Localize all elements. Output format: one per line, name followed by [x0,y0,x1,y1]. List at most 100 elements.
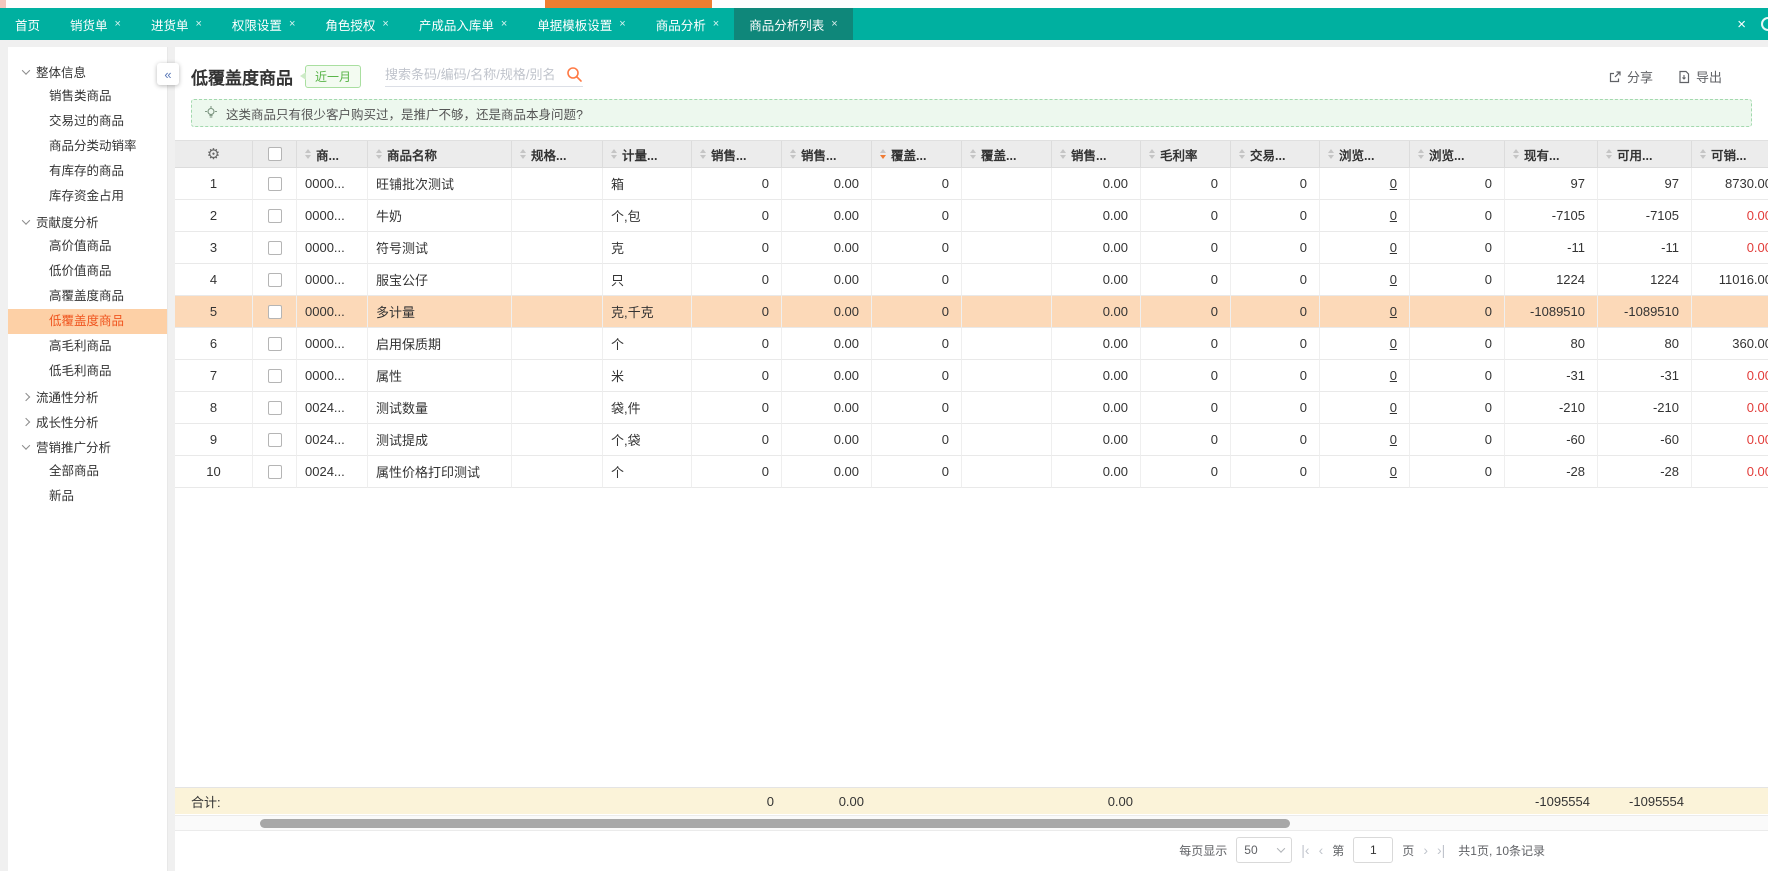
sidebar-item[interactable]: 库存资金占用 [8,184,167,209]
table-row[interactable]: 8 0024... 测试数量 袋,件 0 0.00 0 0.00 0 0 0 0 -210 -210 0.0… [175,392,1768,424]
table-row[interactable]: 10 0024... 属性价格打印测试个 0 0.00 0 0.00 0 0 0 0 -28 -28 0.… [175,456,1768,488]
views-link[interactable]: 0 [1390,304,1397,319]
sort-icon[interactable] [611,149,617,159]
share-button[interactable]: 分享 [1608,67,1653,86]
sidebar-item[interactable]: 销售类商品 [8,84,167,109]
export-button[interactable]: 导出 [1677,67,1722,86]
views-link[interactable]: 0 [1390,208,1397,223]
sidebar-item[interactable]: 商品分类动销率 [8,134,167,159]
column-header-spec[interactable]: 规格... [512,141,603,168]
cell-check[interactable] [253,456,297,488]
sort-icon[interactable] [1328,149,1334,159]
cell-check[interactable] [253,264,297,296]
sidebar-collapse-button[interactable]: « [157,63,179,85]
table-row[interactable]: 4 0000... 服宝公仔只 0 0.00 0 0.00 0 0 0 0 1224 1224 11016… [175,264,1768,296]
nav-tab[interactable]: 进货单 × [136,8,217,40]
sort-icon[interactable] [1700,149,1706,159]
tab-close-icon[interactable]: × [115,18,121,30]
cell-check[interactable] [253,392,297,424]
select-all-checkbox[interactable] [267,147,282,161]
sort-icon[interactable] [790,149,796,159]
column-header-sale_amt2[interactable]: 销售... [1052,141,1141,168]
sort-icon[interactable] [970,149,976,159]
tab-close-icon[interactable]: × [831,18,837,30]
table-row[interactable]: 1 0000... 旺铺批次测试箱 0 0.00 0 0.00 0 0 0 0 97 97 8730.00 [175,168,1768,200]
column-header-views1[interactable]: 浏览... [1320,141,1410,168]
sort-icon[interactable] [305,149,311,159]
sidebar-item[interactable]: 全部商品 [8,459,167,484]
sort-icon[interactable] [1239,149,1245,159]
nav-tab[interactable]: 首页 [0,8,55,40]
column-header-sellable[interactable]: 可销... [1692,141,1768,168]
horizontal-scrollbar-track[interactable] [175,815,1768,831]
sort-icon[interactable] [1060,149,1066,159]
column-header-trade[interactable]: 交易... [1231,141,1320,168]
table-row[interactable]: 30000...符号测试克00.0000.000000-11-110.00 [175,232,1768,264]
table-row[interactable]: 70000...属性米00.0000.000000-31-310.00 [175,360,1768,392]
sort-icon[interactable] [376,149,382,159]
column-header-on_hand[interactable]: 现有... [1505,141,1598,168]
cell-check[interactable] [253,168,297,200]
sidebar-item[interactable]: 高价值商品 [8,234,167,259]
column-header-available[interactable]: 可用... [1598,141,1692,168]
row-checkbox[interactable] [267,304,282,319]
column-header-gross[interactable]: 毛利率 [1141,141,1231,168]
tab-close-icon[interactable]: × [619,18,625,30]
search-input[interactable] [385,66,567,82]
prev-page-button[interactable]: ‹ [1319,842,1324,858]
gear-icon[interactable]: ⚙ [207,145,220,163]
horizontal-scrollbar-thumb[interactable] [260,819,1290,828]
column-header-gear[interactable]: ⚙ [175,141,253,168]
table-row[interactable]: 5 0000... 多计量 克,千克 0 0.00 0 0.00 0 0 0 0 -1089510 -10… [175,296,1768,328]
last-page-button[interactable]: ›| [1437,842,1445,858]
period-tag[interactable]: 近一月 [299,64,362,88]
sidebar-group-header[interactable]: 整体信息 [8,59,167,84]
row-checkbox[interactable] [267,400,282,415]
cell-check[interactable] [253,296,297,328]
sort-icon[interactable] [1513,149,1519,159]
column-header-views2[interactable]: 浏览... [1410,141,1505,168]
sidebar-item[interactable]: 低覆盖度商品 [8,309,167,334]
first-page-button[interactable]: |‹ [1301,842,1309,858]
nav-tab[interactable]: 单据模板设置 × [522,8,640,40]
table-row[interactable]: 2 0000... 牛奶 个,包 0 0.00 0 0.00 0 0 0 0 -7105 -7105 0.0… [175,200,1768,232]
sidebar-group-header[interactable]: 贡献度分析 [8,209,167,234]
sidebar-group-header[interactable]: 成长性分析 [8,409,167,434]
nav-tab[interactable]: 产成品入库单 × [404,8,522,40]
table-row[interactable]: 90024...测试提成个,袋00.0000.000000-60-600.00 [175,424,1768,456]
row-checkbox[interactable] [267,464,282,479]
search-icon[interactable] [566,66,583,83]
row-checkbox[interactable] [267,432,282,447]
views-link[interactable]: 0 [1390,272,1397,287]
cell-check[interactable] [253,200,297,232]
cell-check[interactable] [253,424,297,456]
views-link[interactable]: 0 [1390,240,1397,255]
row-checkbox[interactable] [267,368,282,383]
views-link[interactable]: 0 [1390,368,1397,383]
sort-icon[interactable] [880,149,886,159]
sidebar-item[interactable]: 低毛利商品 [8,359,167,384]
row-checkbox[interactable] [267,272,282,287]
sidebar-item[interactable]: 高毛利商品 [8,334,167,359]
column-header-cover2[interactable]: 覆盖... [962,141,1052,168]
nav-tab[interactable]: 商品分析列表 × [734,8,853,40]
sort-icon[interactable] [520,149,526,159]
tab-close-icon[interactable]: × [195,18,201,30]
column-header-sale_qty[interactable]: 销售... [692,141,782,168]
tab-close-icon[interactable]: × [289,18,295,30]
column-header-sale_amt[interactable]: 销售... [782,141,872,168]
sidebar-item[interactable]: 交易过的商品 [8,109,167,134]
sidebar-item[interactable]: 有库存的商品 [8,159,167,184]
nav-close-icon[interactable]: × [1737,8,1746,40]
sort-icon[interactable] [1606,149,1612,159]
views-link[interactable]: 0 [1390,432,1397,447]
sort-icon[interactable] [1149,149,1155,159]
views-link[interactable]: 0 [1390,336,1397,351]
nav-tab[interactable]: 权限设置 × [217,8,310,40]
per-page-select[interactable]: 50 [1236,837,1293,863]
sort-icon[interactable] [700,149,706,159]
nav-tab[interactable]: 角色授权 × [310,8,403,40]
table-row[interactable]: 60000...启用保质期个00.0000.0000008080360.00 [175,328,1768,360]
nav-tab[interactable]: 商品分析 × [641,8,734,40]
cell-check[interactable] [253,328,297,360]
